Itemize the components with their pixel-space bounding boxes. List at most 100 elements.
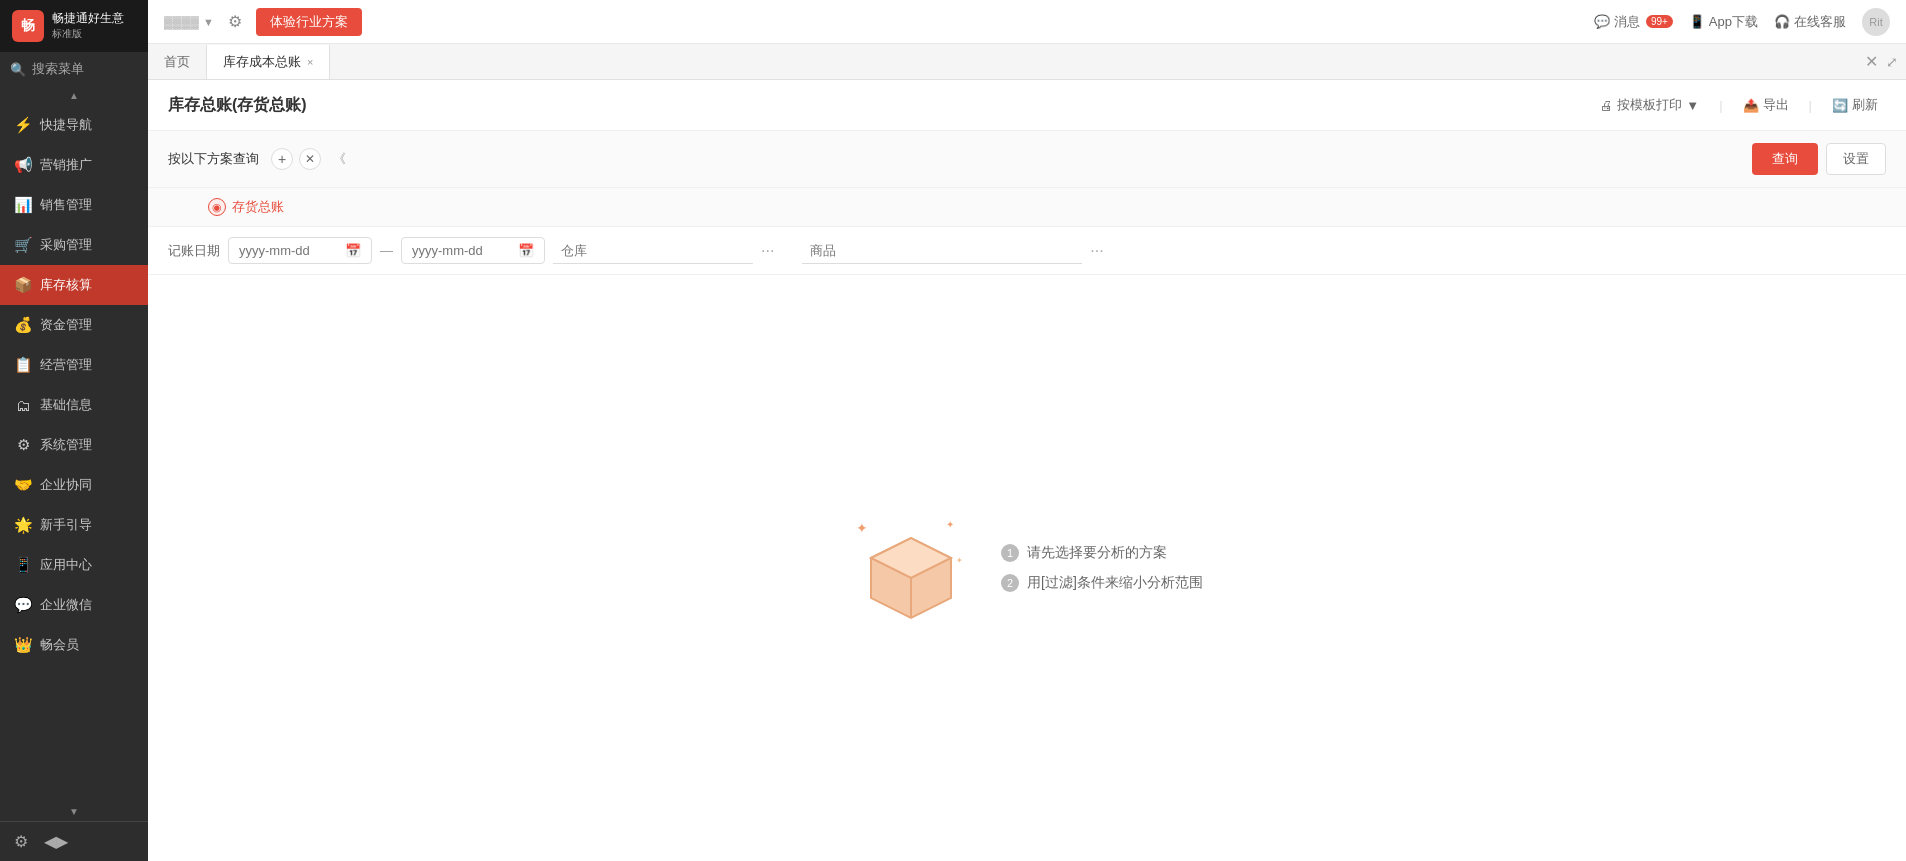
message-item[interactable]: 💬 消息 99+ <box>1594 13 1673 31</box>
wechat-icon: 💬 <box>14 596 32 614</box>
sidebar-bottom: ⚙ ◀▶ <box>0 821 148 861</box>
topbar: ▓▓▓▓ ▼ ⚙ 体验行业方案 💬 消息 99+ 📱 App下载 🎧 在线客服 … <box>148 0 1906 44</box>
sidebar-item-enterprise[interactable]: 🤝 企业协同 <box>0 465 148 505</box>
print-btn[interactable]: 🖨 按模板打印 ▼ <box>1592 92 1707 118</box>
tip-text-1: 请先选择要分析的方案 <box>1027 544 1167 562</box>
print-icon: 🖨 <box>1600 98 1613 113</box>
goods-more-btn[interactable]: ··· <box>1090 242 1103 260</box>
service-icon: 🎧 <box>1774 14 1790 29</box>
topbar-settings-icon[interactable]: ⚙ <box>224 8 246 35</box>
filter-scheme-btn[interactable]: ✕ <box>299 148 321 170</box>
quick-nav-icon: ⚡ <box>14 116 32 134</box>
query-button[interactable]: 查询 <box>1752 143 1818 175</box>
page-content: 库存总账(存货总账) 🖨 按模板打印 ▼ | 📤 导出 | 🔄 刷新 <box>148 80 1906 861</box>
finance-icon: 💰 <box>14 316 32 334</box>
tab-inventory-ledger[interactable]: 库存成本总账 × <box>207 45 330 79</box>
system-icon: ⚙ <box>14 436 32 454</box>
refresh-btn[interactable]: 🔄 刷新 <box>1824 92 1886 118</box>
page-title: 库存总账(存货总账) <box>168 95 307 116</box>
scheme-item[interactable]: ◉ 存货总账 <box>208 198 284 216</box>
sidebar-item-marketing[interactable]: 📢 营销推广 <box>0 145 148 185</box>
settings-bottom-icon[interactable]: ⚙ <box>14 832 28 851</box>
page-header-actions: 🖨 按模板打印 ▼ | 📤 导出 | 🔄 刷新 <box>1592 92 1886 118</box>
goods-filter[interactable] <box>802 238 1082 264</box>
print-dropdown-icon: ▼ <box>1686 98 1699 113</box>
settings-button[interactable]: 设置 <box>1826 143 1886 175</box>
date-start-field[interactable] <box>239 243 339 258</box>
export-btn[interactable]: 📤 导出 <box>1735 92 1797 118</box>
date-end-input[interactable]: 📅 <box>401 237 545 264</box>
panel-close-btn[interactable]: ✕ <box>1865 52 1878 71</box>
sidebar-item-sales[interactable]: 📊 销售管理 <box>0 185 148 225</box>
filter-collapse-btn[interactable]: 《 <box>333 150 346 168</box>
export-label: 导出 <box>1763 96 1789 114</box>
main-content: ▓▓▓▓ ▼ ⚙ 体验行业方案 💬 消息 99+ 📱 App下载 🎧 在线客服 … <box>148 0 1906 861</box>
calendar-start-icon[interactable]: 📅 <box>345 243 361 258</box>
toggle-sidebar-icon[interactable]: ◀▶ <box>44 832 68 851</box>
scheme-name: 存货总账 <box>232 198 284 216</box>
app-logo: 畅 畅捷通好生意 标准版 <box>0 0 148 52</box>
logo-icon: 畅 <box>12 10 44 42</box>
tab-home[interactable]: 首页 <box>148 45 207 79</box>
search-icon: 🔍 <box>10 62 26 77</box>
scroll-up-btn[interactable]: ▲ <box>0 86 148 105</box>
tab-active-label: 库存成本总账 <box>223 53 301 71</box>
user-avatar[interactable]: Rit <box>1862 8 1890 36</box>
panel-resize-btn[interactable]: ⤢ <box>1886 54 1898 70</box>
sidebar-item-label: 新手引导 <box>40 516 92 534</box>
sidebar-item-inventory[interactable]: 📦 库存核算 <box>0 265 148 305</box>
empty-tip-1: 1 请先选择要分析的方案 <box>1001 544 1203 562</box>
scroll-down-btn[interactable]: ▼ <box>0 802 148 821</box>
panel-controls: ✕ ⤢ <box>1865 52 1906 71</box>
sidebar-item-operations[interactable]: 📋 经营管理 <box>0 345 148 385</box>
sidebar-item-wechat[interactable]: 💬 企业微信 <box>0 585 148 625</box>
user-name: Rit <box>1869 16 1882 28</box>
sidebar-item-newbie[interactable]: 🌟 新手引导 <box>0 505 148 545</box>
svg-text:✦: ✦ <box>856 520 868 536</box>
sidebar-item-finance[interactable]: 💰 资金管理 <box>0 305 148 345</box>
basic-icon: 🗂 <box>14 397 32 414</box>
online-service-label: 在线客服 <box>1794 13 1846 31</box>
export-icon: 📤 <box>1743 98 1759 113</box>
sidebar-item-basic[interactable]: 🗂 基础信息 <box>0 385 148 425</box>
enterprise-icon: 🤝 <box>14 476 32 494</box>
empty-state: ✦ ✦ ✦ 1 请先选择要分析的方案 2 用[过滤]条件来缩小分析范围 <box>148 275 1906 861</box>
date-filter-row: 记账日期 📅 — 📅 ··· ··· <box>148 227 1906 275</box>
print-label: 按模板打印 <box>1617 96 1682 114</box>
sales-icon: 📊 <box>14 196 32 214</box>
date-end-field[interactable] <box>412 243 512 258</box>
calendar-end-icon[interactable]: 📅 <box>518 243 534 258</box>
sidebar-item-label: 基础信息 <box>40 396 92 414</box>
sidebar-item-label: 系统管理 <box>40 436 92 454</box>
sidebar-item-purchase[interactable]: 🛒 采购管理 <box>0 225 148 265</box>
filter-right-buttons: 查询 设置 <box>1752 143 1886 175</box>
date-start-input[interactable]: 📅 <box>228 237 372 264</box>
date-label: 记账日期 <box>168 242 220 260</box>
topbar-right: 💬 消息 99+ 📱 App下载 🎧 在线客服 Rit <box>1594 8 1890 36</box>
message-badge: 99+ <box>1646 15 1673 28</box>
sidebar-item-membership[interactable]: 👑 畅会员 <box>0 625 148 665</box>
sidebar-item-label: 销售管理 <box>40 196 92 214</box>
filter-label: 按以下方案查询 <box>168 150 259 168</box>
filter-add-btn[interactable]: + <box>271 148 293 170</box>
warehouse-more-btn[interactable]: ··· <box>761 242 774 260</box>
svg-text:✦: ✦ <box>946 519 954 530</box>
trial-button[interactable]: 体验行业方案 <box>256 8 362 36</box>
sidebar-item-quick-nav[interactable]: ⚡ 快捷导航 <box>0 105 148 145</box>
phone-icon: 📱 <box>1689 14 1705 29</box>
sidebar-item-label: 库存核算 <box>40 276 92 294</box>
scheme-text: ▓▓▓▓ <box>164 15 199 29</box>
tab-close-icon[interactable]: × <box>307 56 313 68</box>
online-service-item[interactable]: 🎧 在线客服 <box>1774 13 1846 31</box>
sidebar-item-system[interactable]: ⚙ 系统管理 <box>0 425 148 465</box>
tab-home-label: 首页 <box>164 53 190 71</box>
app-name: 畅捷通好生意 <box>52 11 124 27</box>
sidebar-item-appstore[interactable]: 📱 应用中心 <box>0 545 148 585</box>
scheme-selector[interactable]: ▓▓▓▓ ▼ <box>164 15 214 29</box>
search-menu[interactable]: 🔍 搜索菜单 <box>0 52 148 86</box>
warehouse-filter[interactable] <box>553 238 753 264</box>
sidebar-item-label: 企业协同 <box>40 476 92 494</box>
sidebar-item-label: 营销推广 <box>40 156 92 174</box>
scheme-icon: ◉ <box>208 198 226 216</box>
app-download-item[interactable]: 📱 App下载 <box>1689 13 1758 31</box>
